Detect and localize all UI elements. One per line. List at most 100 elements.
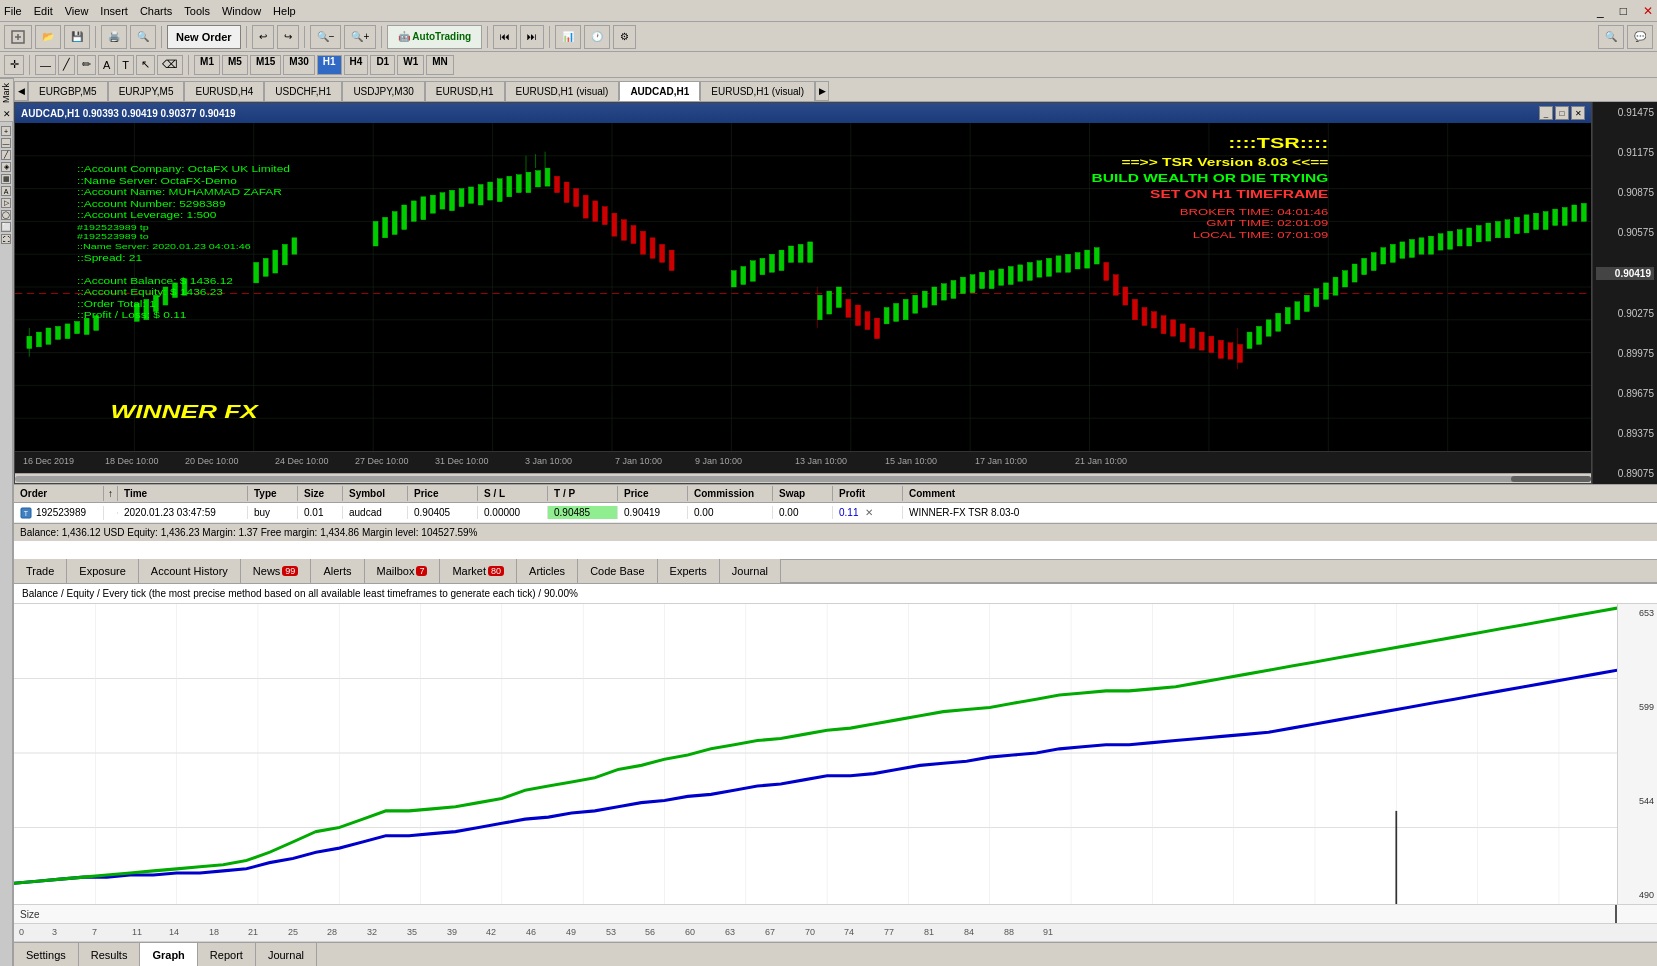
tool10[interactable]: ⛶ <box>1 234 11 244</box>
tab-journal[interactable]: Journal <box>720 559 781 583</box>
scrollbar-track[interactable] <box>15 476 1591 482</box>
col-sort[interactable]: ↑ <box>104 486 118 501</box>
tool6[interactable]: A <box>1 186 11 196</box>
tf-m5[interactable]: M5 <box>222 55 248 75</box>
new-order-btn[interactable]: New Order <box>167 25 241 49</box>
cursor-tool-btn[interactable]: ↖ <box>136 55 155 75</box>
chart-close-btn[interactable]: ✕ <box>1571 106 1585 120</box>
col-commission[interactable]: Commission <box>688 486 773 501</box>
window-maximize-btn[interactable]: □ <box>1620 4 1627 18</box>
tool1[interactable]: + <box>1 126 11 136</box>
menu-view[interactable]: View <box>65 5 89 17</box>
tab-articles[interactable]: Articles <box>517 559 578 583</box>
crosshair-btn[interactable]: ✛ <box>4 55 24 75</box>
chat-btn[interactable]: 💬 <box>1627 25 1653 49</box>
tab-trade[interactable]: Trade <box>14 559 67 583</box>
search-btn[interactable]: 🔍 <box>1598 25 1624 49</box>
col-swap[interactable]: Swap <box>773 486 833 501</box>
chart-tab-usdjpy-m30[interactable]: USDJPY,M30 <box>342 81 424 101</box>
tf-h4[interactable]: H4 <box>344 55 369 75</box>
tf-w1[interactable]: W1 <box>397 55 424 75</box>
undo-btn[interactable]: ↩ <box>252 25 274 49</box>
back-btn[interactable]: ⏮ <box>493 25 517 49</box>
menu-insert[interactable]: Insert <box>100 5 128 17</box>
chart-body[interactable]: ::Account Company: OctaFX UK Limited ::N… <box>15 123 1591 451</box>
tab-exposure[interactable]: Exposure <box>67 559 138 583</box>
strat-tab-graph[interactable]: Graph <box>140 943 197 967</box>
col-price-current[interactable]: Price <box>618 486 688 501</box>
chart-minimize-btn[interactable]: _ <box>1539 106 1553 120</box>
col-size[interactable]: Size <box>298 486 343 501</box>
strat-tab-report[interactable]: Report <box>198 943 256 967</box>
close-order-btn[interactable]: ✕ <box>865 507 873 518</box>
col-price-open[interactable]: Price <box>408 486 478 501</box>
tab-market[interactable]: Market80 <box>440 559 517 583</box>
menu-edit[interactable]: Edit <box>34 5 53 17</box>
tf-h1[interactable]: H1 <box>317 55 342 75</box>
menu-tools[interactable]: Tools <box>184 5 210 17</box>
forward-btn[interactable]: ⏭ <box>520 25 544 49</box>
tf-mn[interactable]: MN <box>426 55 454 75</box>
chart-tab-usdchf-h1[interactable]: USDCHF,H1 <box>264 81 342 101</box>
tool7[interactable]: ▷ <box>1 198 11 208</box>
tab-alerts[interactable]: Alerts <box>311 559 364 583</box>
print-preview-btn[interactable]: 🔍 <box>130 25 156 49</box>
save-btn[interactable]: 💾 <box>64 25 90 49</box>
chart-tab-eurusd-h1-visual2[interactable]: EURUSD,H1 (visual) <box>700 81 815 101</box>
line-tool-btn[interactable]: — <box>35 55 56 75</box>
col-type[interactable]: Type <box>248 486 298 501</box>
menu-help[interactable]: Help <box>273 5 296 17</box>
tool8[interactable]: ◯ <box>1 210 11 220</box>
tab-scroll-right[interactable]: ▶ <box>815 81 829 101</box>
tool3[interactable]: ╱ <box>1 150 11 160</box>
tf-d1[interactable]: D1 <box>370 55 395 75</box>
tab-scroll-left[interactable]: ◀ <box>14 81 28 101</box>
tab-mailbox[interactable]: Mailbox7 <box>365 559 441 583</box>
menu-file[interactable]: File <box>4 5 22 17</box>
zoom-bar-btn[interactable]: 📊 <box>555 25 581 49</box>
strat-tab-journal[interactable]: Journal <box>256 943 317 967</box>
col-profit[interactable]: Profit <box>833 486 903 501</box>
zoom-in-btn[interactable]: 🔍+ <box>344 25 376 49</box>
col-sl[interactable]: S / L <box>478 486 548 501</box>
tool2[interactable]: — <box>1 138 11 148</box>
chart-tab-eurgbp-m5[interactable]: EURGBP,M5 <box>28 81 108 101</box>
col-comment[interactable]: Comment <box>903 486 1657 501</box>
redo-btn[interactable]: ↪ <box>277 25 299 49</box>
diagonal-tool-btn[interactable]: ╱ <box>58 55 75 75</box>
scrollbar-thumb[interactable] <box>1511 476 1591 482</box>
tab-account-history[interactable]: Account History <box>139 559 241 583</box>
text-bold-tool-btn[interactable]: T <box>117 55 134 75</box>
tab-code-base[interactable]: Code Base <box>578 559 657 583</box>
chart-tab-eurusd-h1[interactable]: EURUSD,H1 <box>425 81 505 101</box>
col-tp[interactable]: T / P <box>548 486 618 501</box>
tool5[interactable]: ▦ <box>1 174 11 184</box>
chart-scrollbar[interactable] <box>15 473 1591 483</box>
vtab-close[interactable]: ✕ <box>0 107 13 122</box>
text-tool-btn[interactable]: A <box>98 55 115 75</box>
col-order[interactable]: Order <box>14 486 104 501</box>
tab-news[interactable]: News99 <box>241 559 312 583</box>
auto-trading-btn[interactable]: 🤖 AutoTrading <box>387 25 482 49</box>
pencil-tool-btn[interactable]: ✏ <box>77 55 96 75</box>
strat-tab-settings[interactable]: Settings <box>14 943 79 967</box>
chart-tab-audcad-h1[interactable]: AUDCAD,H1 <box>619 81 700 101</box>
chart-maximize-btn[interactable]: □ <box>1555 106 1569 120</box>
tab-experts[interactable]: Experts <box>658 559 720 583</box>
chart-tab-eurjpy-m5[interactable]: EURJPY,M5 <box>108 81 185 101</box>
options-btn[interactable]: ⚙ <box>613 25 636 49</box>
menu-window[interactable]: Window <box>222 5 261 17</box>
tool4[interactable]: ◈ <box>1 162 11 172</box>
delete-tool-btn[interactable]: ⌫ <box>157 55 183 75</box>
tf-m15[interactable]: M15 <box>250 55 281 75</box>
vtab-mark[interactable]: Mark <box>0 78 13 107</box>
tf-m30[interactable]: M30 <box>283 55 314 75</box>
chart-tab-eurusd-h4[interactable]: EURUSD,H4 <box>184 81 264 101</box>
col-time[interactable]: Time <box>118 486 248 501</box>
open-btn[interactable]: 📂 <box>35 25 61 49</box>
clock-btn[interactable]: 🕐 <box>584 25 610 49</box>
new-chart-btn[interactable] <box>4 25 32 49</box>
tf-m1[interactable]: M1 <box>194 55 220 75</box>
window-minimize-btn[interactable]: _ <box>1597 4 1604 18</box>
window-close-btn[interactable]: ✕ <box>1643 4 1653 18</box>
